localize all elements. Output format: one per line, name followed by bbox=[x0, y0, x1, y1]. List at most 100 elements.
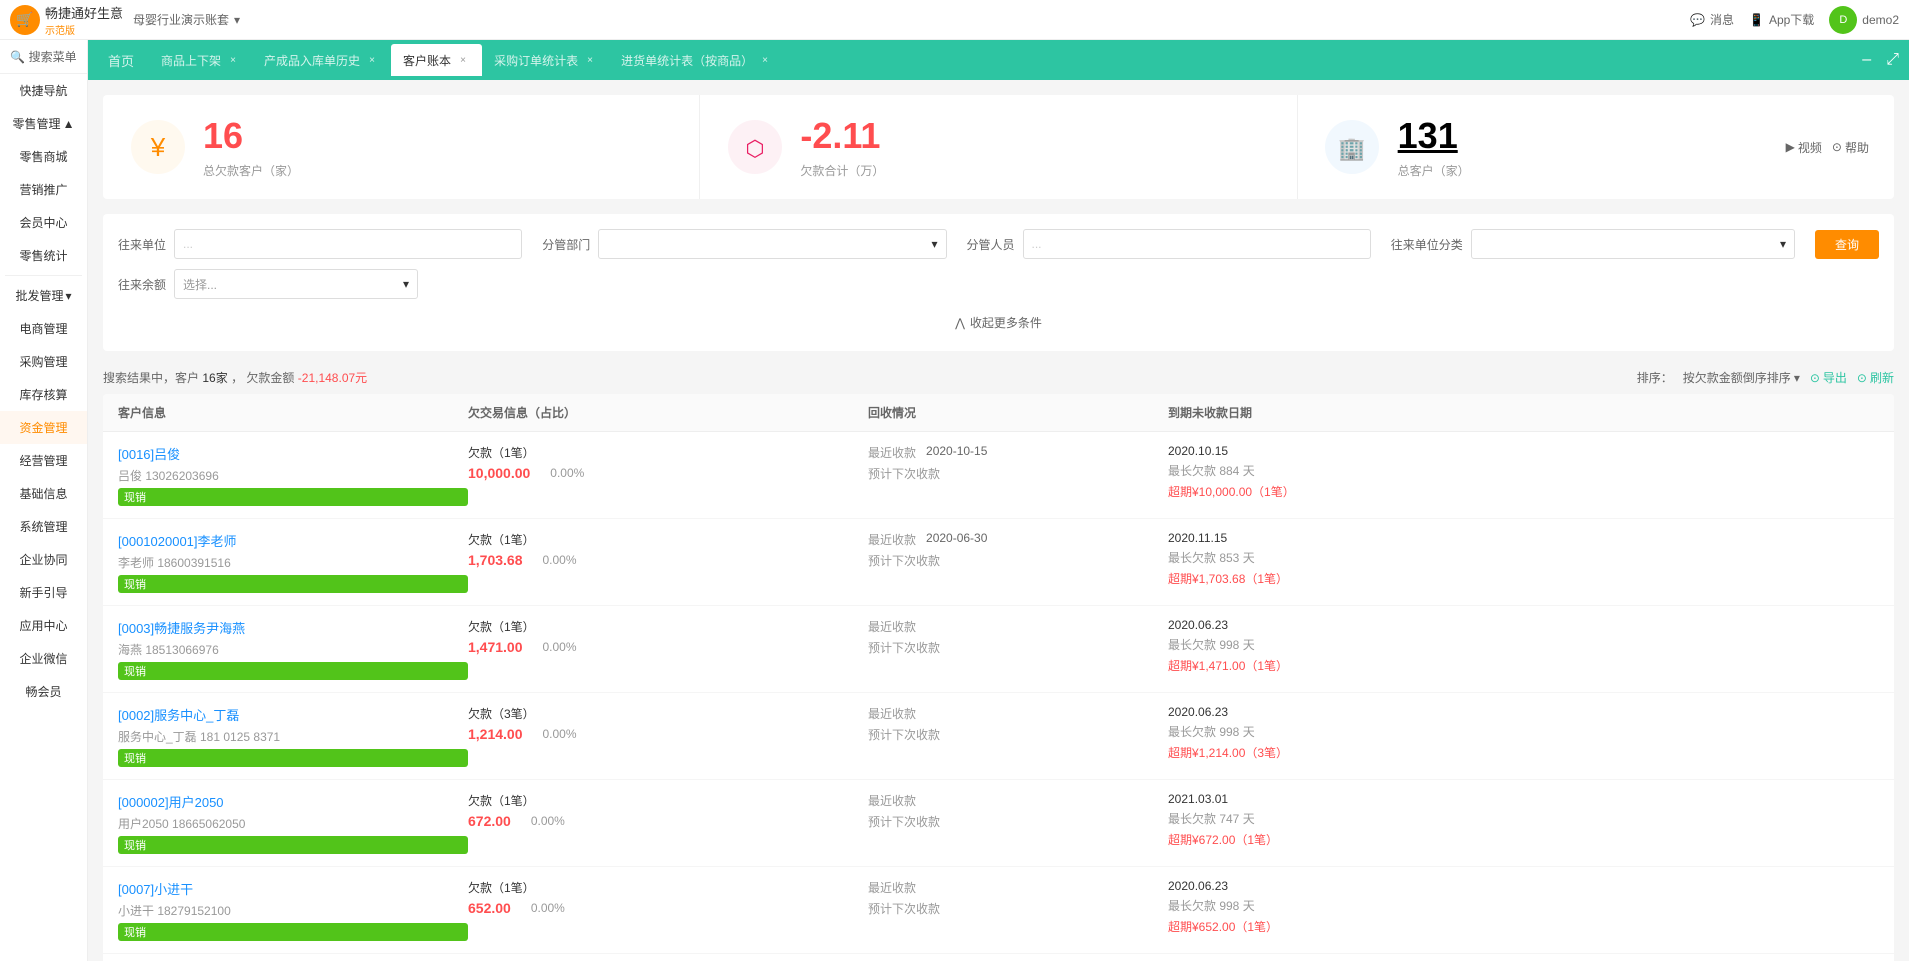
message-icon: 💬 bbox=[1690, 13, 1705, 27]
customer-info-0016: [0016]吕俊 吕俊 13026203696 现销 bbox=[118, 444, 468, 506]
user-menu[interactable]: D demo2 bbox=[1829, 6, 1899, 34]
message-button[interactable]: 💬 消息 bbox=[1690, 11, 1734, 28]
tab-products-off[interactable]: 商品上下架 × bbox=[149, 44, 252, 76]
search-button[interactable]: 查询 bbox=[1815, 230, 1879, 259]
stat-card-total: 🏢 131 总客户（家） ▶ 视频 bbox=[1298, 95, 1894, 199]
customer-tag-0003: 现销 bbox=[118, 662, 468, 680]
results-actions: 排序： 按欠款金额倒序排序 ▾ ⊙ 导出 ⊙ 刷新 bbox=[1637, 369, 1894, 386]
tab-close-purchase-summary[interactable]: × bbox=[583, 53, 597, 67]
help-action[interactable]: ⊙ 帮助 bbox=[1832, 139, 1869, 156]
sidebar-item-member[interactable]: 会员中心 bbox=[0, 206, 87, 239]
debt-amount-0003[interactable]: 1,471.00 bbox=[468, 639, 523, 655]
sidebar-item-retail-mgmt[interactable]: 零售管理 ▲ bbox=[0, 107, 87, 140]
sidebar-item-guide[interactable]: 新手引导 bbox=[0, 576, 87, 609]
overdue-amount-000002[interactable]: 超期¥672.00（1笔） bbox=[1168, 831, 1879, 848]
tab-close-products-off[interactable]: × bbox=[226, 53, 240, 67]
top-bar-left: 🛒 畅捷通好生意 示范版 母婴行业演示账套 ▾ bbox=[10, 3, 240, 37]
debt-amount-0007[interactable]: 652.00 bbox=[468, 900, 511, 916]
sidebar-item-operations[interactable]: 经营管理 bbox=[0, 444, 87, 477]
repayment-info-0002: 最近收款 预计下次收款 bbox=[868, 705, 1168, 767]
tab-minimize-button[interactable]: – bbox=[1857, 51, 1876, 69]
overdue-amount-0001020001[interactable]: 超期¥1,703.68（1笔） bbox=[1168, 570, 1879, 587]
overdue-amount-0016[interactable]: 超期¥10,000.00（1笔） bbox=[1168, 483, 1879, 500]
tab-close-customer-account[interactable]: × bbox=[456, 53, 470, 67]
chevron-down-icon: ▾ bbox=[1794, 371, 1800, 385]
branch-dept-label: 分管部门 bbox=[542, 236, 590, 253]
branch-dept-select[interactable]: ▾ bbox=[598, 229, 946, 259]
customer-name-0003[interactable]: [0003]畅捷服务尹海燕 bbox=[118, 618, 468, 637]
col-header-customer: 客户信息 bbox=[118, 404, 468, 421]
collapse-button[interactable]: ⋀ 收起更多条件 bbox=[955, 314, 1042, 331]
app-download-button[interactable]: 📱 App下载 bbox=[1749, 11, 1814, 28]
export-button[interactable]: ⊙ 导出 bbox=[1810, 369, 1847, 386]
sidebar-item-quick-nav[interactable]: 快捷导航 bbox=[0, 74, 87, 107]
sidebar-item-system[interactable]: 系统管理 bbox=[0, 510, 87, 543]
refresh-icon: ⊙ bbox=[1857, 371, 1867, 385]
customer-info-0007: [0007]小进干 小进干 18279152100 现销 bbox=[118, 879, 468, 941]
customer-name-0001020001[interactable]: [0001020001]李老师 bbox=[118, 531, 468, 550]
branch-person-input[interactable]: ... bbox=[1023, 229, 1371, 259]
customer-name-0002[interactable]: [0002]服务中心_丁磊 bbox=[118, 705, 468, 724]
top-bar-right: 💬 消息 📱 App下载 D demo2 bbox=[1690, 6, 1899, 34]
sidebar: 🔍 搜索菜单 快捷导航 零售管理 ▲ 零售商城 营销推广 会员中心 零售统计 批… bbox=[0, 40, 88, 961]
tab-product-history[interactable]: 产成品入库单历史 × bbox=[252, 44, 391, 76]
tab-expand-button[interactable]: ⤢ bbox=[1881, 51, 1904, 69]
sidebar-item-apps[interactable]: 应用中心 bbox=[0, 609, 87, 642]
tab-purchase-summary[interactable]: 采购订单统计表 × bbox=[482, 44, 609, 76]
overdue-amount-0002[interactable]: 超期¥1,214.00（3笔） bbox=[1168, 744, 1879, 761]
svg-text:¥: ¥ bbox=[149, 132, 165, 162]
sidebar-item-wechat[interactable]: 企业微信 bbox=[0, 642, 87, 675]
sidebar-item-finance[interactable]: 资金管理 bbox=[0, 411, 87, 444]
stat-label-total: 总客户（家） bbox=[1398, 162, 1771, 179]
branch-person-label: 分管人员 bbox=[967, 236, 1015, 253]
company-selector[interactable]: 母婴行业演示账套 ▾ bbox=[133, 11, 240, 28]
overdue-amount-0007[interactable]: 超期¥652.00（1笔） bbox=[1168, 918, 1879, 935]
refresh-button[interactable]: ⊙ 刷新 bbox=[1857, 369, 1894, 386]
sidebar-item-batch-mgmt[interactable]: 批发管理 ▾ bbox=[0, 279, 87, 312]
customer-name-000002[interactable]: [000002]用户2050 bbox=[118, 792, 468, 811]
unit-category-select[interactable]: ▾ bbox=[1471, 229, 1795, 259]
tab-customer-account[interactable]: 客户账本 × bbox=[391, 44, 482, 76]
tab-home[interactable]: 首页 bbox=[93, 44, 149, 76]
debt-amount-0016[interactable]: 10,000.00 bbox=[468, 465, 530, 481]
repayment-info-0001020001: 最近收款 2020-06-30 预计下次收款 bbox=[868, 531, 1168, 593]
tab-close-product-history[interactable]: × bbox=[365, 53, 379, 67]
sort-select[interactable]: 按欠款金额倒序排序 ▾ bbox=[1683, 369, 1800, 386]
sidebar-item-purchase[interactable]: 采购管理 bbox=[0, 345, 87, 378]
balance-label: 往来余额 bbox=[118, 276, 166, 293]
chevron-down-icon: ▾ bbox=[931, 237, 937, 251]
tab-close-stock-summary[interactable]: × bbox=[758, 53, 772, 67]
sidebar-search[interactable]: 🔍 搜索菜单 bbox=[0, 40, 87, 74]
sidebar-item-marketing[interactable]: 营销推广 bbox=[0, 173, 87, 206]
debt-amount-0002[interactable]: 1,214.00 bbox=[468, 726, 523, 742]
sidebar-item-enterprise[interactable]: 企业协同 bbox=[0, 543, 87, 576]
sidebar-item-vip[interactable]: 畅会员 bbox=[0, 675, 87, 708]
unit-category-label: 往来单位分类 bbox=[1391, 236, 1463, 253]
table-row: [0007]小进干 小进干 18279152100 现销 欠款（1笔） 652.… bbox=[103, 867, 1894, 954]
customer-info-0003: [0003]畅捷服务尹海燕 海燕 18513066976 现销 bbox=[118, 618, 468, 680]
from-unit-input[interactable]: ... bbox=[174, 229, 522, 259]
view-icon: ▶ bbox=[1786, 140, 1795, 154]
sidebar-item-retail-stats[interactable]: 零售统计 bbox=[0, 239, 87, 272]
filter-area: 往来单位 ... 分管部门 ▾ bbox=[103, 214, 1894, 351]
filter-actions: ⋀ 收起更多条件 bbox=[118, 309, 1879, 336]
customer-name-0016[interactable]: [0016]吕俊 bbox=[118, 444, 468, 463]
tab-stock-summary[interactable]: 进货单统计表（按商品） × bbox=[609, 44, 784, 76]
repayment-info-0003: 最近收款 预计下次收款 bbox=[868, 618, 1168, 680]
sidebar-item-ecommerce[interactable]: 电商管理 bbox=[0, 312, 87, 345]
sidebar-item-retail-shop[interactable]: 零售商城 bbox=[0, 140, 87, 173]
balance-select[interactable]: 选择... ▾ bbox=[174, 269, 418, 299]
results-info: 搜索结果中，客户 16家 ， 欠款金额 -21,148.07元 bbox=[103, 369, 367, 386]
table-row: [0002]服务中心_丁磊 服务中心_丁磊 181 0125 8371 现销 欠… bbox=[103, 693, 1894, 780]
sidebar-item-base-info[interactable]: 基础信息 bbox=[0, 477, 87, 510]
overdue-amount-0003[interactable]: 超期¥1,471.00（1笔） bbox=[1168, 657, 1879, 674]
customer-phone-000002: 用户2050 18665062050 bbox=[118, 815, 468, 832]
customer-name-0007[interactable]: [0007]小进干 bbox=[118, 879, 468, 898]
export-icon: ⊙ bbox=[1810, 371, 1820, 385]
debt-amount-0001020001[interactable]: 1,703.68 bbox=[468, 552, 523, 568]
view-action[interactable]: ▶ 视频 bbox=[1786, 139, 1822, 156]
debt-amount-000002[interactable]: 672.00 bbox=[468, 813, 511, 829]
svg-text:⬡: ⬡ bbox=[745, 136, 764, 161]
customers-icon: ¥ bbox=[128, 117, 188, 177]
sidebar-item-inventory[interactable]: 库存核算 bbox=[0, 378, 87, 411]
